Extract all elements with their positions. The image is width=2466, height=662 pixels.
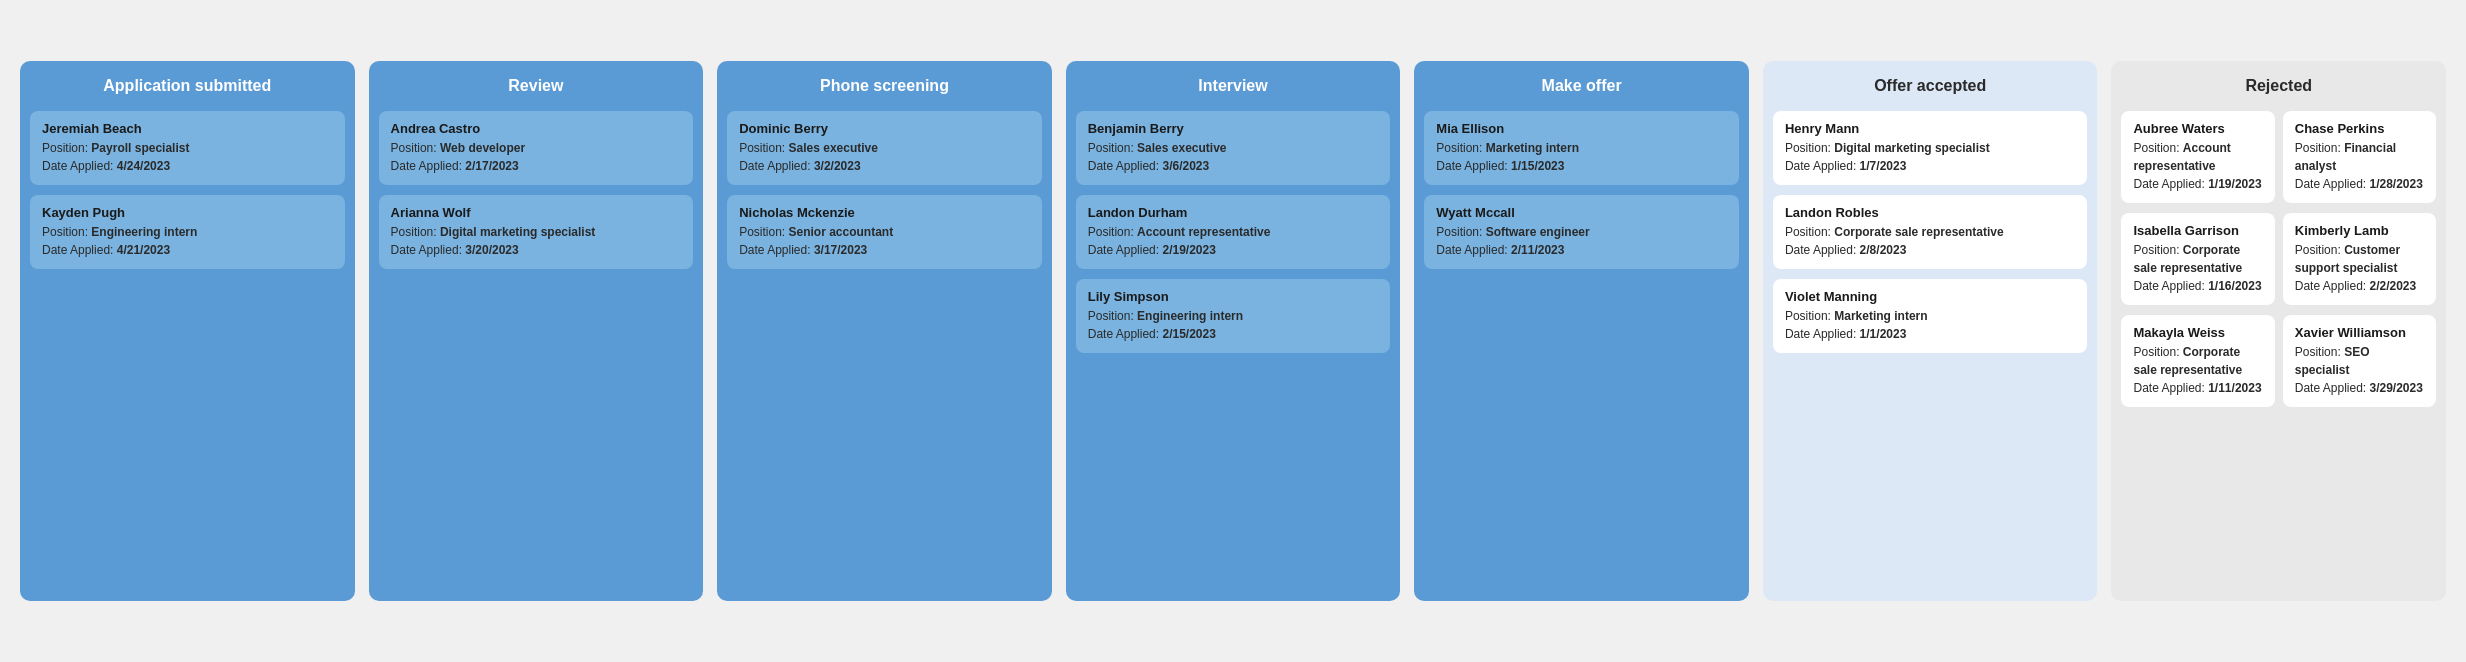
- card-date: Date Applied: 1/16/2023: [2133, 277, 2262, 295]
- card-name: Mia Ellison: [1436, 121, 1727, 136]
- card-position: Position: SEO specialist: [2295, 343, 2424, 379]
- card-name: Isabella Garrison: [2133, 223, 2262, 238]
- card-name: Henry Mann: [1785, 121, 2076, 136]
- card-name: Aubree Waters: [2133, 121, 2262, 136]
- card-position: Position: Customer support specialist: [2295, 241, 2424, 277]
- card[interactable]: Jeremiah Beach Position: Payroll speciali…: [30, 111, 345, 185]
- card-date: Date Applied: 3/20/2023: [391, 241, 682, 259]
- card-position: Position: Digital marketing specialist: [391, 223, 682, 241]
- column-header-review: Review: [379, 73, 694, 99]
- card[interactable]: Kimberly Lamb Position: Customer support …: [2283, 213, 2436, 305]
- card-name: Jeremiah Beach: [42, 121, 333, 136]
- card-position: Position: Engineering intern: [42, 223, 333, 241]
- card[interactable]: Isabella Garrison Position: Corporate sal…: [2121, 213, 2274, 305]
- card[interactable]: Landon Robles Position: Corporate sale re…: [1773, 195, 2088, 269]
- card-date: Date Applied: 2/2/2023: [2295, 277, 2424, 295]
- card-name: Kayden Pugh: [42, 205, 333, 220]
- card-name: Landon Robles: [1785, 205, 2076, 220]
- card-position: Position: Web developer: [391, 139, 682, 157]
- rejected-inner: Aubree Waters Position: Account represent…: [2121, 111, 2436, 417]
- card-position: Position: Marketing intern: [1436, 139, 1727, 157]
- card-name: Violet Manning: [1785, 289, 2076, 304]
- card-position: Position: Engineering intern: [1088, 307, 1379, 325]
- column-review: Review Andrea Castro Position: Web develop…: [369, 61, 704, 601]
- card-name: Landon Durham: [1088, 205, 1379, 220]
- card[interactable]: Benjamin Berry Position: Sales executiveD…: [1076, 111, 1391, 185]
- rejected-subcol-1: Chase Perkins Position: Financial analyst…: [2283, 111, 2436, 417]
- card-position: Position: Sales executive: [739, 139, 1030, 157]
- card-date: Date Applied: 2/11/2023: [1436, 241, 1727, 259]
- card-name: Chase Perkins: [2295, 121, 2424, 136]
- column-make-offer: Make offer Mia Ellison Position: Marketing…: [1414, 61, 1749, 601]
- kanban-board: Application submitted Jeremiah Beach Posit…: [20, 61, 2446, 601]
- card-name: Nicholas Mckenzie: [739, 205, 1030, 220]
- column-phone-screening: Phone screening Dominic Berry Position: Sa…: [717, 61, 1052, 601]
- card-position: Position: Senior accountant: [739, 223, 1030, 241]
- card-date: Date Applied: 3/17/2023: [739, 241, 1030, 259]
- card-name: Makayla Weiss: [2133, 325, 2262, 340]
- card-name: Xavier Williamson: [2295, 325, 2424, 340]
- card-position: Position: Corporate sale representative: [2133, 343, 2262, 379]
- column-header-rejected: Rejected: [2121, 73, 2436, 99]
- card-position: Position: Sales executive: [1088, 139, 1379, 157]
- card-date: Date Applied: 2/8/2023: [1785, 241, 2076, 259]
- card-date: Date Applied: 1/1/2023: [1785, 325, 2076, 343]
- column-header-phone-screening: Phone screening: [727, 73, 1042, 99]
- card[interactable]: Lily Simpson Position: Engineering intern…: [1076, 279, 1391, 353]
- column-application-submitted: Application submitted Jeremiah Beach Posit…: [20, 61, 355, 601]
- column-interview: Interview Benjamin Berry Position: Sales e…: [1066, 61, 1401, 601]
- card-position: Position: Corporate sale representative: [1785, 223, 2076, 241]
- column-header-make-offer: Make offer: [1424, 73, 1739, 99]
- rejected-subcol-0: Aubree Waters Position: Account represent…: [2121, 111, 2274, 417]
- card-date: Date Applied: 1/7/2023: [1785, 157, 2076, 175]
- card-date: Date Applied: 3/2/2023: [739, 157, 1030, 175]
- card-date: Date Applied: 3/6/2023: [1088, 157, 1379, 175]
- card[interactable]: Henry Mann Position: Digital marketing sp…: [1773, 111, 2088, 185]
- card[interactable]: Xavier Williamson Position: SEO specialis…: [2283, 315, 2436, 407]
- column-header-offer-accepted: Offer accepted: [1773, 73, 2088, 99]
- card-date: Date Applied: 2/19/2023: [1088, 241, 1379, 259]
- column-header-application-submitted: Application submitted: [30, 73, 345, 99]
- card-date: Date Applied: 3/29/2023: [2295, 379, 2424, 397]
- card-position: Position: Marketing intern: [1785, 307, 2076, 325]
- card[interactable]: Aubree Waters Position: Account represent…: [2121, 111, 2274, 203]
- card-date: Date Applied: 1/19/2023: [2133, 175, 2262, 193]
- card-name: Wyatt Mccall: [1436, 205, 1727, 220]
- card-date: Date Applied: 1/11/2023: [2133, 379, 2262, 397]
- card-name: Benjamin Berry: [1088, 121, 1379, 136]
- card[interactable]: Violet Manning Position: Marketing intern…: [1773, 279, 2088, 353]
- card[interactable]: Wyatt Mccall Position: Software engineerD…: [1424, 195, 1739, 269]
- card[interactable]: Nicholas Mckenzie Position: Senior accoun…: [727, 195, 1042, 269]
- card-date: Date Applied: 2/15/2023: [1088, 325, 1379, 343]
- column-header-interview: Interview: [1076, 73, 1391, 99]
- card[interactable]: Makayla Weiss Position: Corporate sale re…: [2121, 315, 2274, 407]
- card-name: Arianna Wolf: [391, 205, 682, 220]
- card-name: Kimberly Lamb: [2295, 223, 2424, 238]
- card[interactable]: Chase Perkins Position: Financial analyst…: [2283, 111, 2436, 203]
- card[interactable]: Dominic Berry Position: Sales executiveDa…: [727, 111, 1042, 185]
- column-rejected: Rejected Aubree Waters Position: Account r…: [2111, 61, 2446, 601]
- column-offer-accepted: Offer accepted Henry Mann Position: Digita…: [1763, 61, 2098, 601]
- card-position: Position: Software engineer: [1436, 223, 1727, 241]
- card-date: Date Applied: 4/24/2023: [42, 157, 333, 175]
- card-name: Andrea Castro: [391, 121, 682, 136]
- card-position: Position: Corporate sale representative: [2133, 241, 2262, 277]
- card-position: Position: Account representative: [1088, 223, 1379, 241]
- card-position: Position: Payroll specialist: [42, 139, 333, 157]
- card-date: Date Applied: 1/28/2023: [2295, 175, 2424, 193]
- card-position: Position: Financial analyst: [2295, 139, 2424, 175]
- card[interactable]: Andrea Castro Position: Web developerDate…: [379, 111, 694, 185]
- card-position: Position: Digital marketing specialist: [1785, 139, 2076, 157]
- card-date: Date Applied: 4/21/2023: [42, 241, 333, 259]
- card-date: Date Applied: 2/17/2023: [391, 157, 682, 175]
- card-name: Lily Simpson: [1088, 289, 1379, 304]
- card[interactable]: Arianna Wolf Position: Digital marketing …: [379, 195, 694, 269]
- card-position: Position: Account representative: [2133, 139, 2262, 175]
- card-name: Dominic Berry: [739, 121, 1030, 136]
- card[interactable]: Kayden Pugh Position: Engineering internD…: [30, 195, 345, 269]
- card[interactable]: Mia Ellison Position: Marketing internDat…: [1424, 111, 1739, 185]
- card-date: Date Applied: 1/15/2023: [1436, 157, 1727, 175]
- card[interactable]: Landon Durham Position: Account represent…: [1076, 195, 1391, 269]
